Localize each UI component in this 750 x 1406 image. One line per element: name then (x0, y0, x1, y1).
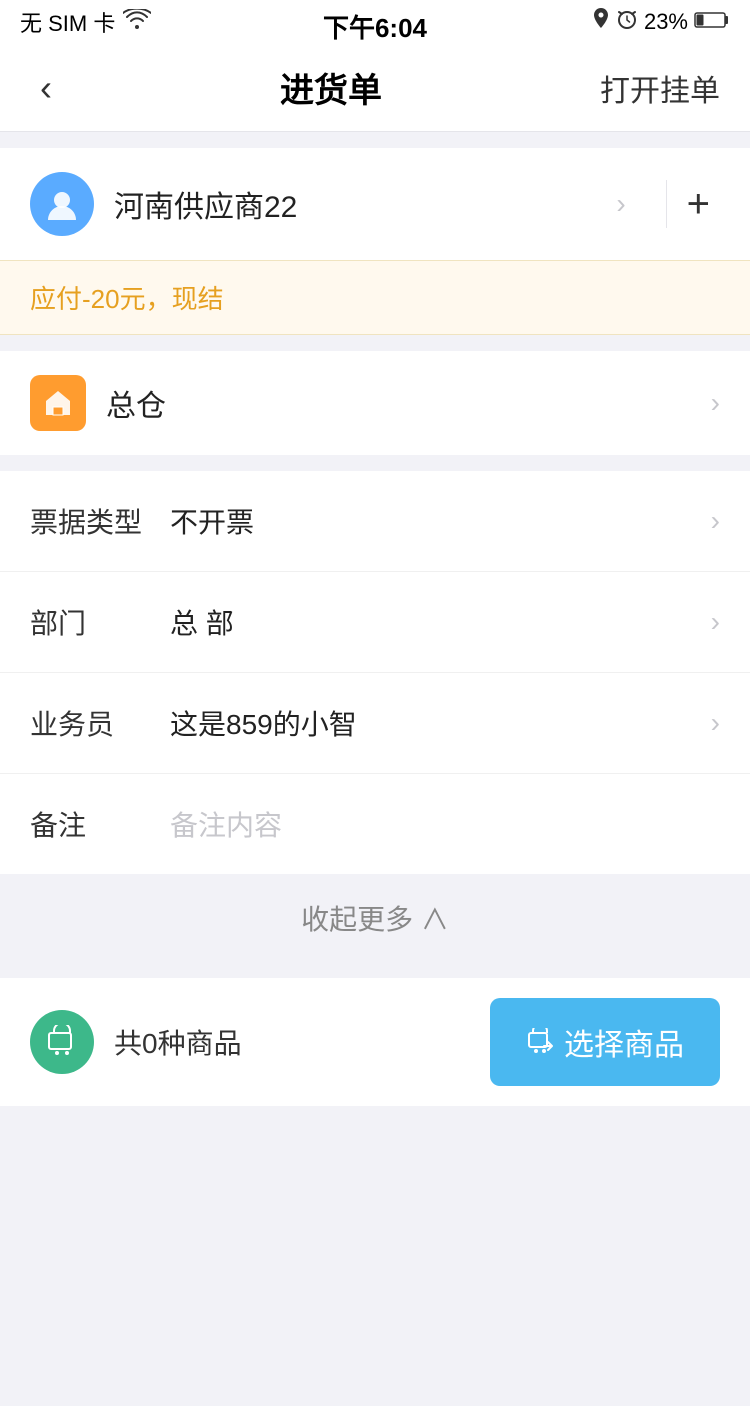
collapse-label: 收起更多 ∧ (301, 898, 449, 938)
carrier-label: 无 SIM 卡 (20, 6, 115, 38)
remark-row[interactable]: 备注 备注内容 (0, 774, 750, 874)
notice-bar: 应付-20元，现结 (0, 260, 750, 335)
product-count: 共0种商品 (114, 1022, 490, 1062)
alarm-icon (616, 8, 638, 36)
status-right: 23% (592, 8, 730, 36)
remark-label: 备注 (30, 804, 150, 844)
battery-icon (694, 9, 730, 35)
department-row[interactable]: 部门 总 部 › (0, 572, 750, 673)
warehouse-card[interactable]: 总仓 › (0, 351, 750, 455)
divider (666, 180, 667, 228)
status-left: 无 SIM 卡 (20, 6, 151, 38)
battery-label: 23% (644, 9, 688, 35)
open-pending-button[interactable]: 打开挂单 (600, 66, 720, 110)
supplier-chevron-icon: › (616, 188, 625, 220)
select-product-label: 选择商品 (564, 1020, 684, 1064)
department-value: 总 部 (150, 602, 711, 642)
back-button[interactable]: ‹ (30, 57, 62, 119)
form-section: 票据类型 不开票 › 部门 总 部 › 业务员 这是859的小智 › 备注 备注… (0, 471, 750, 874)
salesperson-label: 业务员 (30, 703, 150, 743)
invoice-type-row[interactable]: 票据类型 不开票 › (0, 471, 750, 572)
remark-input[interactable]: 备注内容 (150, 804, 720, 844)
gray-area (0, 1106, 750, 1406)
invoice-type-chevron: › (711, 505, 720, 537)
supplier-row[interactable]: 河南供应商22 › + (0, 148, 750, 260)
department-label: 部门 (30, 602, 150, 642)
supplier-avatar (30, 172, 94, 236)
cart-icon (30, 1010, 94, 1074)
location-icon (592, 8, 610, 36)
select-product-button[interactable]: 选择商品 (490, 998, 720, 1086)
bottom-bar: 共0种商品 选择商品 (0, 978, 750, 1106)
invoice-type-label: 票据类型 (30, 501, 150, 541)
status-time: 下午6:04 (323, 8, 427, 45)
department-chevron: › (711, 606, 720, 638)
salesperson-chevron: › (711, 707, 720, 739)
supplier-name: 河南供应商22 (114, 182, 616, 226)
warehouse-icon (30, 375, 86, 431)
warehouse-name: 总仓 (106, 381, 711, 425)
collapse-button[interactable]: 收起更多 ∧ (0, 874, 750, 962)
salesperson-row[interactable]: 业务员 这是859的小智 › (0, 673, 750, 774)
wifi-icon (123, 9, 151, 35)
status-bar: 无 SIM 卡 下午6:04 23% (0, 0, 750, 44)
top-spacer (0, 132, 750, 148)
salesperson-value: 这是859的小智 (150, 703, 711, 743)
invoice-type-value: 不开票 (150, 501, 711, 541)
add-supplier-button[interactable]: + (677, 182, 720, 227)
page-title: 进货单 (280, 63, 382, 112)
supplier-card: 河南供应商22 › + 应付-20元，现结 (0, 148, 750, 335)
nav-bar: ‹ 进货单 打开挂单 (0, 44, 750, 132)
warehouse-chevron-icon: › (711, 387, 720, 419)
